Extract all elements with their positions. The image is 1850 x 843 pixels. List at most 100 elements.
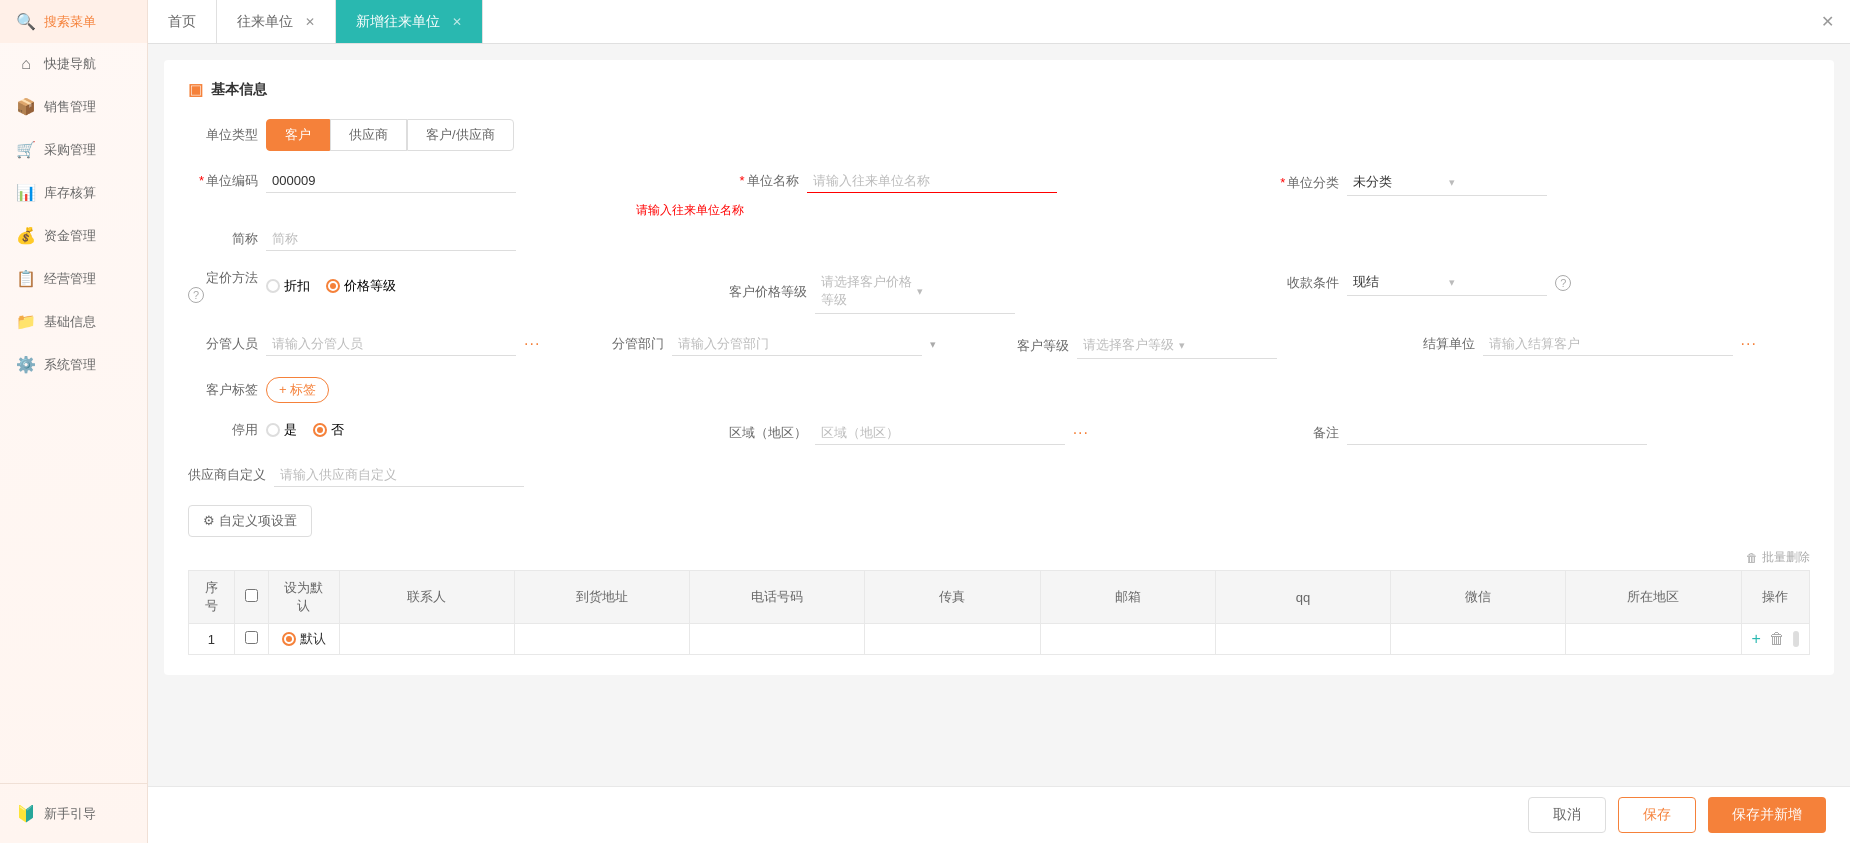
form-content: ▣ 基本信息 单位类型 客户 供应商 客户/供应商 *单位编 <box>148 44 1850 786</box>
chevron-down-icon: ▾ <box>930 338 936 351</box>
pricing-help-icon[interactable]: ? <box>188 287 204 303</box>
tab-new-partner-label: 新增往来单位 <box>356 13 440 31</box>
sidebar-item-sales[interactable]: 📦 销售管理 <box>0 85 147 128</box>
unit-name-label: *单位名称 <box>729 172 799 190</box>
customer-level-select[interactable]: 请选择客户等级 ▾ <box>1077 332 1277 359</box>
select-all-checkbox[interactable] <box>245 589 258 602</box>
add-row-button[interactable]: + <box>1752 630 1761 648</box>
cell-address[interactable] <box>514 624 689 655</box>
radio-yes[interactable]: 是 <box>266 421 297 439</box>
col-region: 所在地区 <box>1566 571 1741 624</box>
contact-input[interactable] <box>350 632 504 647</box>
supplier-custom-input[interactable] <box>274 463 524 487</box>
payment-help-icon[interactable]: ? <box>1555 275 1571 291</box>
col-wechat: 微信 <box>1391 571 1566 624</box>
save-button[interactable]: 保存 <box>1618 797 1696 833</box>
wechat-input[interactable] <box>1401 632 1555 647</box>
unit-category-select[interactable]: 未分类 ▾ <box>1347 169 1547 196</box>
window-close-button[interactable]: ✕ <box>1805 0 1850 43</box>
region-input[interactable] <box>1576 632 1730 647</box>
address-input[interactable] <box>525 632 679 647</box>
fax-input[interactable] <box>875 632 1029 647</box>
cell-email[interactable] <box>1040 624 1215 655</box>
tab-new-partner[interactable]: 新增往来单位 ✕ <box>336 0 483 43</box>
pricing-method-field: 定价方法 ? 折扣 价格等级 <box>188 269 729 303</box>
tab-new-partner-close[interactable]: ✕ <box>452 15 462 29</box>
cell-action: + 🗑 <box>1741 624 1809 655</box>
remark-label: 备注 <box>1269 424 1339 442</box>
btn-type-supplier[interactable]: 供应商 <box>330 119 407 151</box>
batch-delete-label[interactable]: 批量删除 <box>1762 549 1810 566</box>
phone-input[interactable] <box>700 632 854 647</box>
sidebar-item-search[interactable]: 🔍 搜索菜单 <box>0 0 147 43</box>
settlement-more-icon[interactable]: ··· <box>1741 335 1757 353</box>
manager-more-icon[interactable]: ··· <box>524 335 540 353</box>
abbreviation-row: 简称 <box>188 227 1810 251</box>
tab-partner[interactable]: 往来单位 ✕ <box>217 0 336 43</box>
customer-price-level-select[interactable]: 请选择客户价格等级 ▾ <box>815 269 1015 314</box>
settlement-unit-input[interactable] <box>1483 332 1733 356</box>
sidebar-item-inventory[interactable]: 📊 库存核算 <box>0 171 147 214</box>
col-checkbox <box>234 571 268 624</box>
sidebar-item-guide[interactable]: 🔰 新手引导 <box>0 792 147 835</box>
save-new-button[interactable]: 保存并新增 <box>1708 797 1826 833</box>
cancel-button[interactable]: 取消 <box>1528 797 1606 833</box>
btn-type-both[interactable]: 客户/供应商 <box>407 119 514 151</box>
qq-input[interactable] <box>1226 632 1380 647</box>
delete-row-button[interactable]: 🗑 <box>1769 630 1785 648</box>
manager-input[interactable] <box>266 332 516 356</box>
tab-home[interactable]: 首页 <box>148 0 217 43</box>
custom-settings-button[interactable]: ⚙ 自定义项设置 <box>188 505 312 537</box>
sidebar-item-operation[interactable]: 📋 经营管理 <box>0 257 147 300</box>
col-seq: 序号 <box>189 571 235 624</box>
region-label: 区域（地区） <box>729 424 807 442</box>
cell-wechat[interactable] <box>1391 624 1566 655</box>
sidebar-item-system[interactable]: ⚙️ 系统管理 <box>0 343 147 386</box>
section-title: ▣ 基本信息 <box>188 80 1810 99</box>
sidebar-item-finance[interactable]: 💰 资金管理 <box>0 214 147 257</box>
department-input[interactable] <box>672 332 922 356</box>
cell-checkbox[interactable] <box>234 624 268 655</box>
region-input[interactable] <box>815 421 1065 445</box>
customer-price-level-field: 客户价格等级 请选择客户价格等级 ▾ <box>729 269 1270 314</box>
radio-no[interactable]: 否 <box>313 421 344 439</box>
footer: 取消 保存 保存并新增 <box>148 786 1850 843</box>
sidebar-item-quicknav[interactable]: ⌂ 快捷导航 <box>0 43 147 85</box>
col-qq: qq <box>1215 571 1390 624</box>
region-more-icon[interactable]: ··· <box>1073 424 1089 442</box>
scrollbar[interactable] <box>1793 631 1799 647</box>
btn-type-customer[interactable]: 客户 <box>266 119 330 151</box>
row-checkbox[interactable] <box>245 631 258 644</box>
email-input[interactable] <box>1051 632 1205 647</box>
table-row: 1 默认 <box>189 624 1810 655</box>
radio-price-level[interactable]: 价格等级 <box>326 277 396 295</box>
default-radio[interactable]: 默认 <box>279 630 329 648</box>
cell-qq[interactable] <box>1215 624 1390 655</box>
payment-terms-select[interactable]: 现结 ▾ <box>1347 269 1547 296</box>
radio-discount[interactable]: 折扣 <box>266 277 310 295</box>
radio-yes-circle <box>266 423 280 437</box>
sidebar-item-purchase[interactable]: 🛒 采购管理 <box>0 128 147 171</box>
unit-info-row: *单位编码 *单位名称 *单位分类 未分类 ▾ <box>188 169 1810 196</box>
default-label: 默认 <box>300 630 326 648</box>
remark-input[interactable] <box>1347 421 1647 445</box>
section-title-icon: ▣ <box>188 80 203 99</box>
payment-terms-field: 收款条件 现结 ▾ ? <box>1269 269 1810 296</box>
unit-code-input[interactable] <box>266 169 516 193</box>
customer-level-label: 客户等级 <box>999 337 1069 355</box>
abbreviation-input[interactable] <box>266 227 516 251</box>
pricing-method-radios: 折扣 价格等级 <box>266 277 396 295</box>
col-phone: 电话号码 <box>690 571 865 624</box>
sidebar-item-basic[interactable]: 📁 基础信息 <box>0 300 147 343</box>
abbreviation-field: 简称 <box>188 227 1810 251</box>
batch-delete-icon: 🗑 <box>1746 551 1758 565</box>
add-tag-button[interactable]: + 标签 <box>266 377 329 403</box>
tab-partner-close[interactable]: ✕ <box>305 15 315 29</box>
cell-phone[interactable] <box>690 624 865 655</box>
system-icon: ⚙️ <box>16 355 36 374</box>
unit-name-input[interactable] <box>807 169 1057 193</box>
cell-fax[interactable] <box>865 624 1040 655</box>
disabled-field: 停用 是 否 <box>188 421 729 439</box>
cell-contact[interactable] <box>339 624 514 655</box>
cell-region[interactable] <box>1566 624 1741 655</box>
